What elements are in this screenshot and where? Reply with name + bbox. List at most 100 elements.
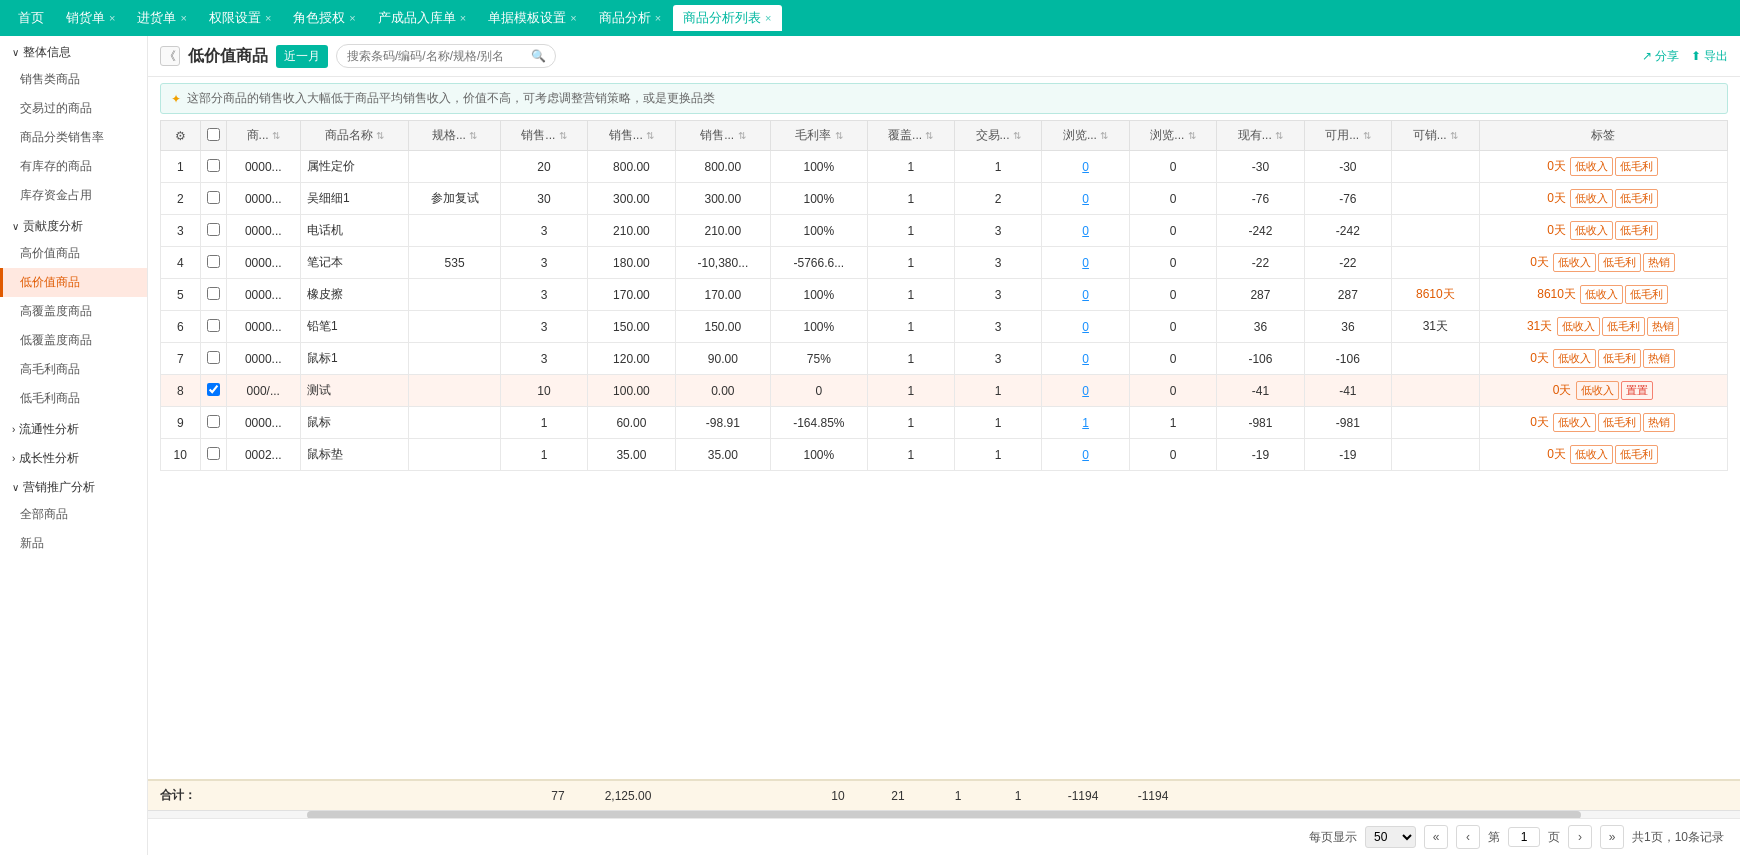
col-settings[interactable]: ⚙ [161,121,201,151]
row-checkbox[interactable] [207,415,220,428]
cell-check[interactable] [200,215,226,247]
sidebar-item-新品[interactable]: 新品 [0,529,147,558]
close-icon[interactable]: × [109,12,115,24]
sidebar-section-贡献度分析[interactable]: ∨贡献度分析 [0,210,147,239]
sidebar-item-低毛利商品[interactable]: 低毛利商品 [0,384,147,413]
search-input[interactable] [336,44,556,68]
nav-item-权限设置[interactable]: 权限设置× [199,5,281,31]
browse1-link[interactable]: 0 [1082,288,1089,302]
col-check[interactable] [200,121,226,151]
share-button[interactable]: ↗ 分享 [1642,48,1679,65]
cell-browse1[interactable]: 0 [1042,215,1129,247]
cell-browse1[interactable]: 0 [1042,279,1129,311]
row-checkbox[interactable] [207,287,220,300]
close-icon[interactable]: × [349,12,355,24]
sidebar-item-商品分类销售率[interactable]: 商品分类销售率 [0,123,147,152]
select-all-checkbox[interactable] [207,128,220,141]
browse1-link[interactable]: 0 [1082,384,1089,398]
cell-check[interactable] [200,279,226,311]
close-icon[interactable]: × [655,12,661,24]
col-saleable[interactable]: 可销... ⇅ [1392,121,1479,151]
cell-check[interactable] [200,311,226,343]
row-checkbox[interactable] [207,159,220,172]
close-icon[interactable]: × [180,12,186,24]
close-icon[interactable]: × [460,12,466,24]
browse1-link[interactable]: 0 [1082,256,1089,270]
last-page-button[interactable]: » [1600,825,1624,849]
cell-browse1[interactable]: 0 [1042,311,1129,343]
export-button[interactable]: ⬆ 导出 [1691,48,1728,65]
first-page-button[interactable]: « [1424,825,1448,849]
row-checkbox[interactable] [207,191,220,204]
cell-check[interactable] [200,407,226,439]
sidebar-item-高覆盖度商品[interactable]: 高覆盖度商品 [0,297,147,326]
nav-item-商品分析[interactable]: 商品分析× [589,5,671,31]
sidebar-item-高价值商品[interactable]: 高价值商品 [0,239,147,268]
cell-check[interactable] [200,151,226,183]
col-spec[interactable]: 规格... ⇅ [409,121,500,151]
sidebar-item-低覆盖度商品[interactable]: 低覆盖度商品 [0,326,147,355]
col-browse1[interactable]: 浏览... ⇅ [1042,121,1129,151]
close-icon[interactable]: × [265,12,271,24]
cell-check[interactable] [200,343,226,375]
cell-browse1[interactable]: 1 [1042,407,1129,439]
prev-page-button[interactable]: ‹ [1456,825,1480,849]
row-checkbox[interactable] [207,255,220,268]
sidebar-section-整体信息[interactable]: ∨整体信息 [0,36,147,65]
col-sales-amt[interactable]: 销售... ⇅ [588,121,675,151]
col-gross-margin[interactable]: 毛利率 ⇅ [771,121,867,151]
sidebar-item-销售类商品[interactable]: 销售类商品 [0,65,147,94]
row-checkbox[interactable] [207,319,220,332]
close-icon[interactable]: × [765,12,771,24]
row-checkbox[interactable] [207,447,220,460]
cell-check[interactable] [200,247,226,279]
col-available[interactable]: 可用... ⇅ [1304,121,1391,151]
sidebar-section-成长性分析[interactable]: ›成长性分析 [0,442,147,471]
browse1-link[interactable]: 0 [1082,224,1089,238]
nav-item-进货单[interactable]: 进货单× [127,5,196,31]
sidebar-item-高毛利商品[interactable]: 高毛利商品 [0,355,147,384]
cell-browse1[interactable]: 0 [1042,343,1129,375]
nav-item-首页[interactable]: 首页 [8,5,54,31]
nav-item-商品分析列表[interactable]: 商品分析列表× [673,5,781,31]
sidebar-item-有库存的商品[interactable]: 有库存的商品 [0,152,147,181]
cell-check[interactable] [200,375,226,407]
cell-check[interactable] [200,439,226,471]
cell-browse1[interactable]: 0 [1042,375,1129,407]
cell-browse1[interactable]: 0 [1042,439,1129,471]
browse1-link[interactable]: 0 [1082,320,1089,334]
nav-item-单据模板设置[interactable]: 单据模板设置× [478,5,586,31]
col-sales-qty[interactable]: 销售... ⇅ [500,121,587,151]
row-checkbox[interactable] [207,223,220,236]
browse1-link[interactable]: 0 [1082,192,1089,206]
sidebar-item-交易过的商品[interactable]: 交易过的商品 [0,94,147,123]
col-browse2[interactable]: 浏览... ⇅ [1129,121,1216,151]
nav-item-销货单[interactable]: 销货单× [56,5,125,31]
sidebar-section-营销推广分析[interactable]: ∨营销推广分析 [0,471,147,500]
col-code[interactable]: 商... ⇅ [226,121,300,151]
col-current-stock[interactable]: 现有... ⇅ [1217,121,1304,151]
nav-item-产成品入库单[interactable]: 产成品入库单× [368,5,476,31]
page-number-input[interactable] [1508,827,1540,847]
sidebar-section-流通性分析[interactable]: ›流通性分析 [0,413,147,442]
browse1-link[interactable]: 0 [1082,448,1089,462]
col-trade[interactable]: 交易... ⇅ [954,121,1041,151]
time-filter-button[interactable]: 近一月 [276,45,328,68]
sidebar-item-库存资金占用[interactable]: 库存资金占用 [0,181,147,210]
sidebar-item-低价值商品[interactable]: 低价值商品 [0,268,147,297]
browse1-link[interactable]: 0 [1082,160,1089,174]
cell-browse1[interactable]: 0 [1042,183,1129,215]
cell-browse1[interactable]: 0 [1042,151,1129,183]
sidebar-item-全部商品[interactable]: 全部商品 [0,500,147,529]
collapse-button[interactable]: 《 [160,46,180,66]
browse1-link[interactable]: 0 [1082,352,1089,366]
row-checkbox[interactable] [207,351,220,364]
next-page-button[interactable]: › [1568,825,1592,849]
cell-check[interactable] [200,183,226,215]
browse1-link[interactable]: 1 [1082,416,1089,430]
page-size-select[interactable]: 50 100 200 [1365,826,1416,848]
close-icon[interactable]: × [570,12,576,24]
col-sales-profit[interactable]: 销售... ⇅ [675,121,770,151]
col-name[interactable]: 商品名称 ⇅ [300,121,408,151]
nav-item-角色授权[interactable]: 角色授权× [283,5,365,31]
